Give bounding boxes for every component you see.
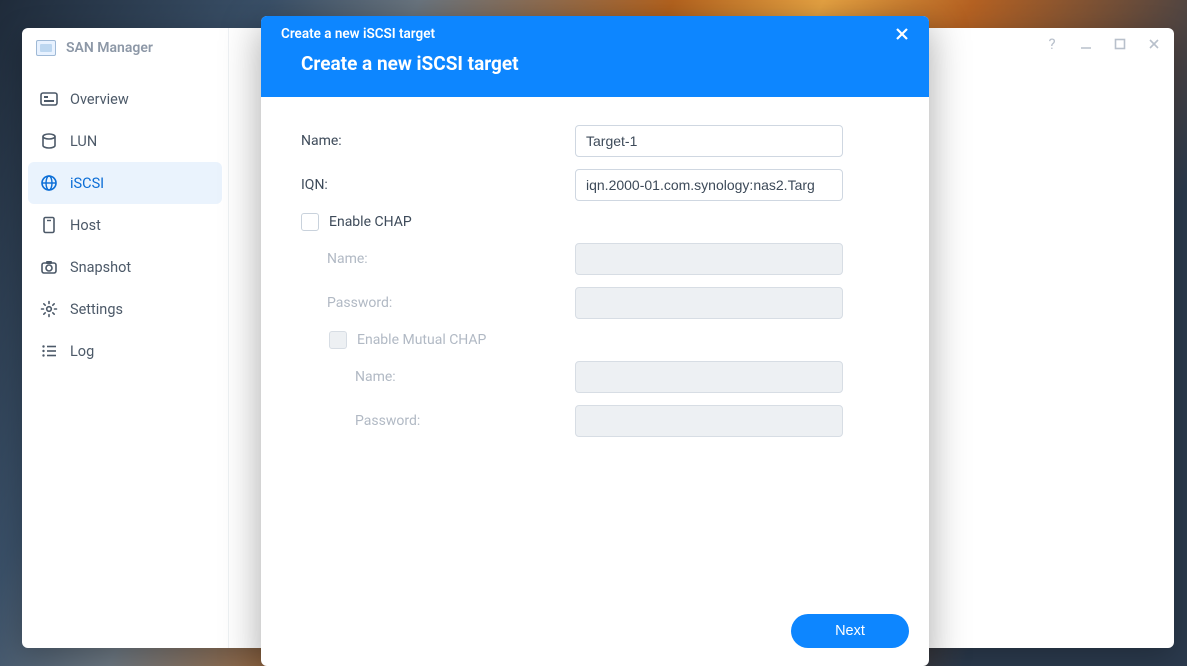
globe-icon <box>40 174 58 192</box>
sidebar-item-label: Snapshot <box>70 259 131 276</box>
mutual-password-label: Password: <box>301 413 575 429</box>
mutual-name-label: Name: <box>301 369 575 385</box>
dashboard-icon <box>40 90 58 108</box>
close-window-button[interactable] <box>1144 34 1164 54</box>
sidebar-item-label: Log <box>70 343 94 360</box>
app-title: SAN Manager <box>66 40 153 56</box>
camera-icon <box>40 258 58 276</box>
sidebar-item-log[interactable]: Log <box>28 330 222 372</box>
mutual-name-row: Name: <box>301 361 889 393</box>
iqn-input[interactable] <box>575 169 843 201</box>
sidebar-item-label: iSCSI <box>70 175 104 192</box>
chap-name-row: Name: <box>301 243 889 275</box>
help-button[interactable]: ? <box>1042 34 1062 54</box>
sidebar: SAN Manager Overview LUN iSCSI <box>22 28 229 648</box>
modal-breadcrumb-bar: Create a new iSCSI target <box>261 16 929 52</box>
modal-header: Create a new iSCSI target <box>261 52 929 97</box>
sidebar-item-label: LUN <box>70 133 97 150</box>
modal-close-button[interactable] <box>895 27 909 41</box>
target-name-label: Name: <box>301 133 575 149</box>
modal-body: Name: IQN: Enable CHAP Name: Password: E… <box>261 97 929 600</box>
chap-name-input <box>575 243 843 275</box>
create-iscsi-target-modal: Create a new iSCSI target Create a new i… <box>261 16 929 666</box>
target-name-row: Name: <box>301 125 889 157</box>
minimize-button[interactable] <box>1076 34 1096 54</box>
sidebar-item-lun[interactable]: LUN <box>28 120 222 162</box>
enable-mutual-chap-checkbox <box>329 331 347 349</box>
sidebar-item-label: Host <box>70 217 101 234</box>
titlebar: SAN Manager <box>22 28 228 68</box>
enable-mutual-chap-label: Enable Mutual CHAP <box>357 332 486 348</box>
modal-footer: Next <box>261 600 929 666</box>
sidebar-item-host[interactable]: Host <box>28 204 222 246</box>
enable-chap-label[interactable]: Enable CHAP <box>329 214 412 230</box>
iqn-label: IQN: <box>301 177 575 193</box>
mutual-password-row: Password: <box>301 405 889 437</box>
modal-breadcrumb: Create a new iSCSI target <box>281 26 435 42</box>
gear-icon <box>40 300 58 318</box>
modal-title: Create a new iSCSI target <box>301 52 889 75</box>
chap-name-label: Name: <box>301 251 575 267</box>
chap-password-label: Password: <box>301 295 575 311</box>
enable-chap-checkbox[interactable] <box>301 213 319 231</box>
sidebar-item-settings[interactable]: Settings <box>28 288 222 330</box>
sidebar-item-snapshot[interactable]: Snapshot <box>28 246 222 288</box>
next-button[interactable]: Next <box>791 614 909 648</box>
window-controls: ? <box>1042 34 1164 54</box>
chap-password-input <box>575 287 843 319</box>
iqn-row: IQN: <box>301 169 889 201</box>
device-icon <box>40 216 58 234</box>
app-icon <box>36 40 56 56</box>
mutual-name-input <box>575 361 843 393</box>
enable-chap-row: Enable CHAP <box>301 213 889 231</box>
sidebar-item-label: Settings <box>70 301 123 318</box>
enable-mutual-chap-row: Enable Mutual CHAP <box>329 331 889 349</box>
chap-password-row: Password: <box>301 287 889 319</box>
sidebar-item-overview[interactable]: Overview <box>28 78 222 120</box>
list-icon <box>40 342 58 360</box>
target-name-input[interactable] <box>575 125 843 157</box>
mutual-password-input <box>575 405 843 437</box>
database-icon <box>40 132 58 150</box>
sidebar-item-iscsi[interactable]: iSCSI <box>28 162 222 204</box>
sidebar-nav: Overview LUN iSCSI Host <box>22 68 228 382</box>
maximize-button[interactable] <box>1110 34 1130 54</box>
sidebar-item-label: Overview <box>70 91 129 108</box>
